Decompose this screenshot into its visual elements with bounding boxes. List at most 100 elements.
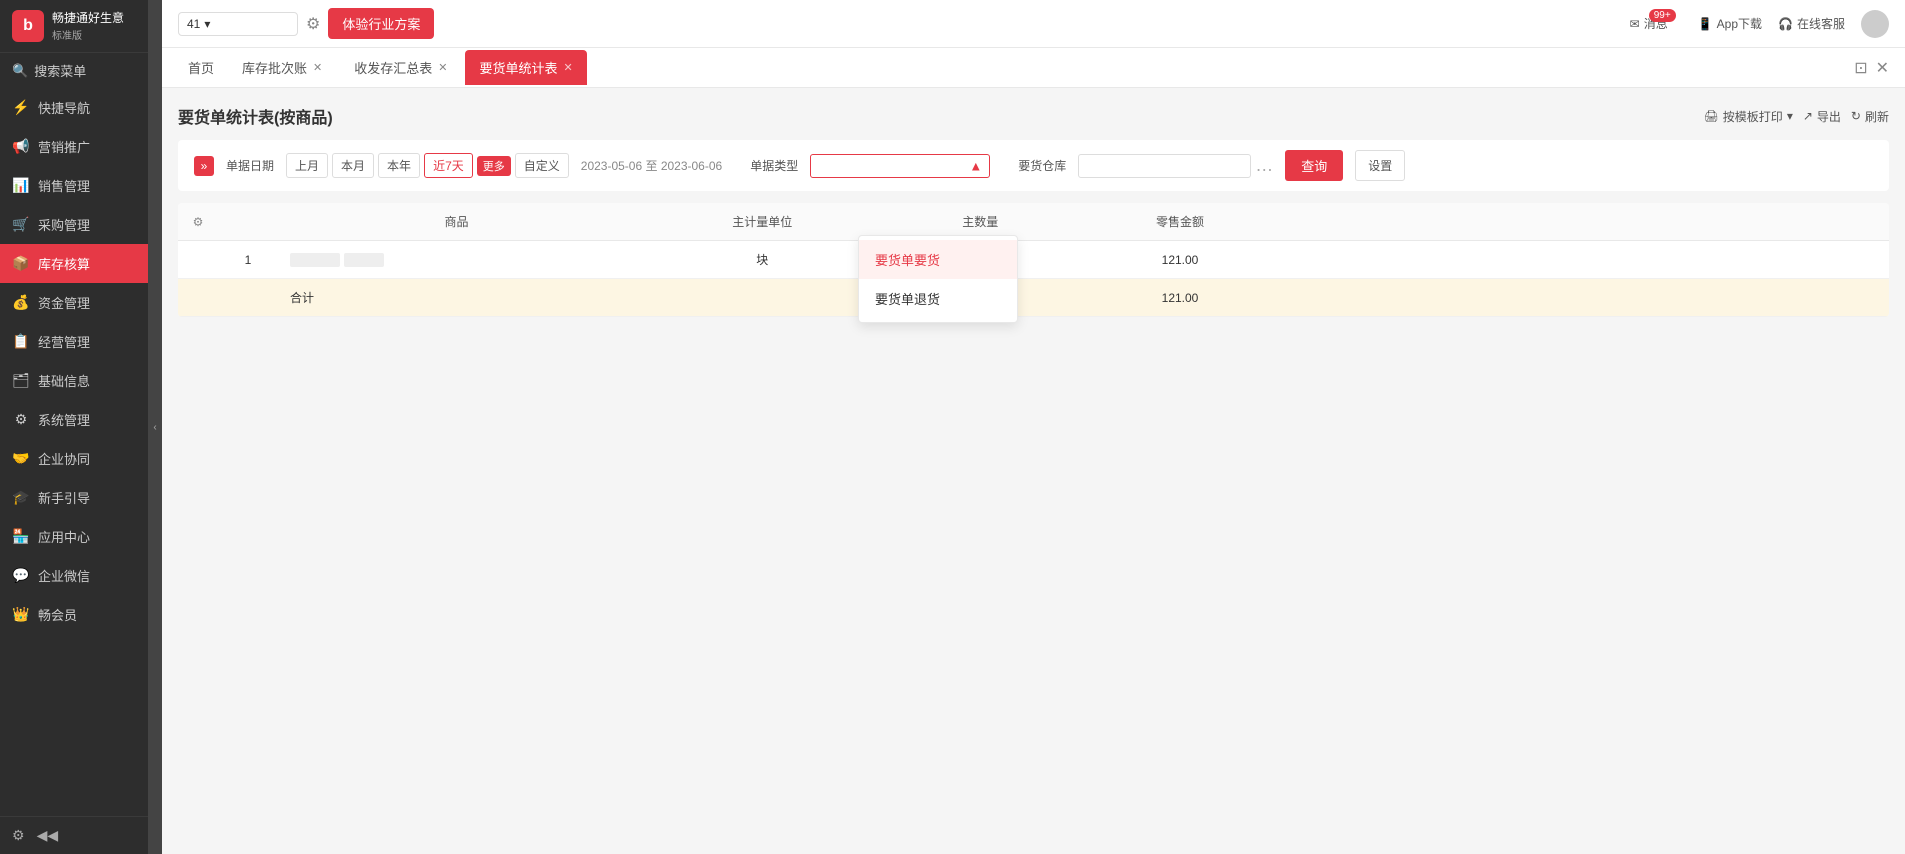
sidebar-item-member[interactable]: 👑 畅会员 (0, 595, 148, 634)
tab-order-stats-close[interactable]: ✕ (564, 61, 573, 74)
topbar-right: ✉ 消息 99+ 📱 App下载 🎧 在线客服 (1630, 10, 1889, 38)
promo-button[interactable]: 体验行业方案 (328, 8, 434, 39)
sidebar-item-quick-nav[interactable]: ⚡ 快捷导航 (0, 88, 148, 127)
filter-bar: » 单据日期 上月 本月 本年 近7天 更多 自定义 2023-05-06 至 … (178, 140, 1889, 191)
date-range-display: 2023-05-06 至 2023-06-06 (581, 157, 722, 174)
store-number: 41 (187, 17, 200, 31)
tab-batch-account-close[interactable]: ✕ (313, 61, 322, 74)
th-extra (1289, 203, 1889, 241)
sidebar-item-label: 采购管理 (38, 215, 90, 234)
sidebar-item-basic[interactable]: 🗂 基础信息 (0, 361, 148, 400)
table-settings-icon[interactable]: ⚙ (193, 215, 204, 229)
dropdown-item-order-goods[interactable]: 要货单要货 (859, 240, 1017, 279)
sidebar-search[interactable]: 🔍 搜索菜单 (0, 53, 148, 88)
tab-batch-account[interactable]: 库存批次账 ✕ (228, 50, 336, 85)
product-placeholder-1 (290, 253, 340, 267)
purchase-icon: 🛒 (12, 216, 30, 233)
date-more-tag[interactable]: 更多 (477, 156, 511, 176)
sidebar-item-system[interactable]: ⚙ 系统管理 (0, 400, 148, 439)
refresh-label: 刷新 (1865, 108, 1889, 125)
summary-settings-col (178, 279, 218, 317)
collapse-footer-icon[interactable]: ◀◀ (37, 827, 59, 844)
type-filter-input[interactable] (810, 154, 990, 178)
sidebar-collapse-handle[interactable]: ‹ (148, 0, 162, 854)
summary-index-col (218, 279, 278, 317)
sidebar-item-label: 企业协同 (38, 449, 90, 468)
online-service-label: 在线客服 (1797, 15, 1845, 32)
td-extra (1289, 241, 1889, 279)
sidebar-item-inventory[interactable]: 📦 库存核算 (0, 244, 148, 283)
refresh-icon: ↻ (1851, 109, 1861, 123)
tab-receivable-summary[interactable]: 收发存汇总表 ✕ (340, 50, 461, 85)
sales-icon: 📊 (12, 177, 30, 194)
sidebar-item-marketing[interactable]: 📢 营销推广 (0, 127, 148, 166)
date-last-7-days[interactable]: 近7天 (424, 153, 473, 178)
export-label: 导出 (1817, 108, 1841, 125)
sidebar-item-label: 畅会员 (38, 605, 77, 624)
user-avatar[interactable] (1861, 10, 1889, 38)
sidebar-item-appstore[interactable]: 🏪 应用中心 (0, 517, 148, 556)
sidebar: b 畅捷通好生意 标准版 🔍 搜索菜单 ⚡ 快捷导航 📢 营销推广 📊 销售管理… (0, 0, 148, 854)
wechat-icon: 💬 (12, 567, 30, 584)
sidebar-item-label: 新手引导 (38, 488, 90, 507)
date-custom[interactable]: 自定义 (515, 153, 569, 178)
summary-unit-col (635, 279, 889, 317)
data-table: ⚙ 商品 主计量单位 主数量 零售金额 (178, 203, 1889, 317)
settings-gear-icon[interactable]: ⚙ (306, 14, 320, 34)
dropdown-item-order-return[interactable]: 要货单退货 (859, 279, 1017, 318)
type-filter-wrap: ▲ (810, 154, 990, 178)
messages-button[interactable]: ✉ 消息 99+ (1630, 15, 1668, 32)
sidebar-item-wechat[interactable]: 💬 企业微信 (0, 556, 148, 595)
sidebar-item-sales[interactable]: 📊 销售管理 (0, 166, 148, 205)
refresh-button[interactable]: ↻ 刷新 (1851, 108, 1889, 125)
sidebar-item-finance[interactable]: 💰 资金管理 (0, 283, 148, 322)
warehouse-filter-input[interactable] (1078, 154, 1251, 178)
print-icon: 🖨 (1704, 109, 1719, 123)
query-button[interactable]: 查询 (1285, 150, 1343, 181)
tab-receivable-label: 收发存汇总表 (354, 58, 432, 77)
online-service-button[interactable]: 🎧 在线客服 (1778, 15, 1845, 32)
th-product: 商品 (278, 203, 635, 241)
type-dropdown-arrow[interactable]: ▲ (969, 158, 982, 173)
tab-order-stats-label: 要货单统计表 (479, 58, 557, 77)
tab-receivable-close[interactable]: ✕ (438, 61, 447, 74)
messages-badge: 99+ (1649, 9, 1676, 22)
sidebar-item-label: 快捷导航 (38, 98, 90, 117)
app-download-icon: 📱 (1698, 17, 1713, 31)
print-template-button[interactable]: 🖨 按模板打印 ▾ (1704, 108, 1793, 125)
td-product (278, 241, 635, 279)
filter-expand-button[interactable]: » (194, 156, 214, 176)
filter-settings-button[interactable]: 设置 (1355, 150, 1405, 181)
sidebar-item-label: 系统管理 (38, 410, 90, 429)
system-icon: ⚙ (12, 411, 30, 428)
date-this-year[interactable]: 本年 (378, 153, 420, 178)
summary-label-col: 合计 (278, 279, 635, 317)
close-tab-icon[interactable]: ✕ (1876, 58, 1889, 78)
sidebar-item-guide[interactable]: 🎓 新手引导 (0, 478, 148, 517)
tab-order-stats[interactable]: 要货单统计表 ✕ (465, 50, 586, 85)
tab-home[interactable]: 首页 (178, 50, 224, 85)
inventory-icon: 📦 (12, 255, 30, 272)
warehouse-more-icon[interactable]: … (1255, 155, 1273, 176)
table-header-row: ⚙ 商品 主计量单位 主数量 零售金额 (178, 203, 1889, 241)
sidebar-item-enterprise[interactable]: 🤝 企业协同 (0, 439, 148, 478)
summary-extra-col (1289, 279, 1889, 317)
sidebar-item-label: 库存核算 (38, 254, 90, 273)
date-last-month[interactable]: 上月 (286, 153, 328, 178)
store-selector[interactable]: 41 ▾ (178, 12, 298, 36)
sidebar-item-label: 销售管理 (38, 176, 90, 195)
settings-footer-icon[interactable]: ⚙ (12, 827, 25, 844)
app-download-button[interactable]: 📱 App下载 (1698, 15, 1762, 32)
sidebar-item-purchase[interactable]: 🛒 采购管理 (0, 205, 148, 244)
maximize-icon[interactable]: ⊡ (1854, 58, 1867, 78)
guide-icon: 🎓 (12, 489, 30, 506)
type-dropdown-overlay: 要货单要货 要货单退货 (858, 235, 1018, 323)
export-button[interactable]: ↗ 导出 (1803, 108, 1841, 125)
date-this-month[interactable]: 本月 (332, 153, 374, 178)
tabs-right-actions: ⊡ ✕ (1854, 58, 1889, 78)
main-area: 41 ▾ ⚙ 体验行业方案 ✉ 消息 99+ 📱 App下载 🎧 在线客服 (162, 0, 1905, 854)
sidebar-footer: ⚙ ◀◀ (0, 816, 148, 854)
topbar: 41 ▾ ⚙ 体验行业方案 ✉ 消息 99+ 📱 App下载 🎧 在线客服 (162, 0, 1905, 48)
sidebar-item-operation[interactable]: 📋 经营管理 (0, 322, 148, 361)
summary-amount-col: 121.00 (1071, 279, 1289, 317)
